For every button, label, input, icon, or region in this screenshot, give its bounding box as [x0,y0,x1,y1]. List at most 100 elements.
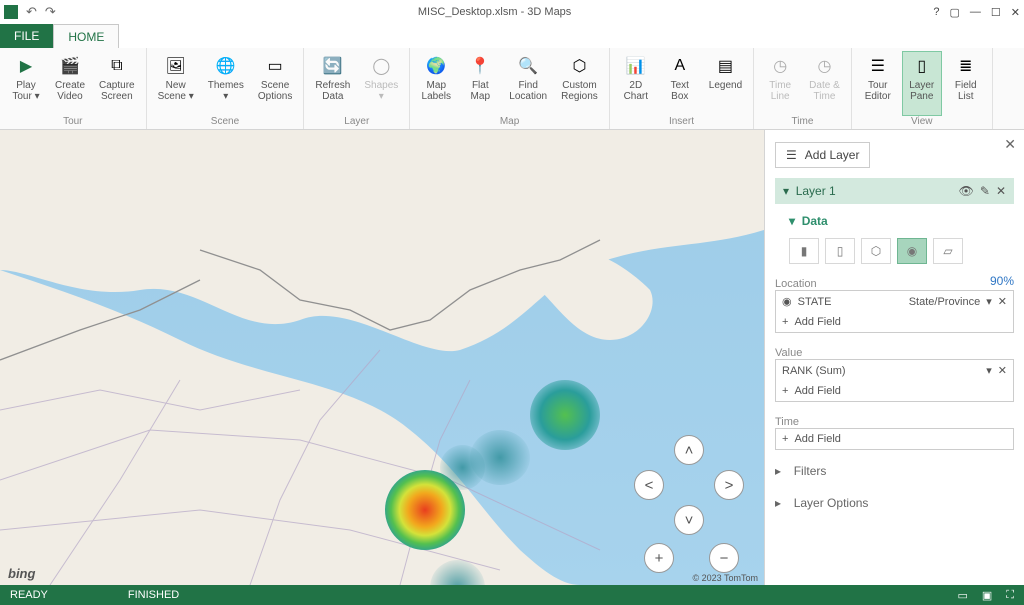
ribbon-label: TextBox [671,80,689,102]
viz-bubble-btn[interactable]: ⬡ [861,238,891,264]
map-pan-left-btn[interactable]: ˂ [634,470,664,500]
map-pan-right-btn[interactable]: ˃ [714,470,744,500]
help-icon[interactable]: ? [933,6,939,19]
ribbon-icon: 🎬 [56,54,84,78]
ribbon-find-button[interactable]: 🔍FindLocation [504,51,552,116]
ribbon-icon: 🌍 [422,54,450,78]
ribbon-label: NewScene ▾ [158,80,194,102]
view-mode-2-icon[interactable]: ▣ [982,589,992,602]
location-type[interactable]: State/Province [909,296,981,308]
maximize-icon[interactable]: ☐ [991,6,1001,19]
ribbon-text-button[interactable]: ATextBox [660,51,700,116]
map-canvas[interactable]: ˄ ˂ ˃ ˅ + − bing © 2023 TomTom [0,130,764,585]
ribbon-play-button[interactable]: ▶PlayTour ▾ [6,51,46,116]
plus-icon: + [782,316,788,328]
ribbon--d-button[interactable]: 📊2DChart [616,51,656,116]
tab-file[interactable]: FILE [0,24,53,48]
map-pan-down-btn[interactable]: ˅ [674,505,704,535]
ribbon-label: FieldList [955,80,977,102]
ribbon-icon: 📍 [466,54,494,78]
title-bar: ↶ ↷ MISC_Desktop.xlsm - 3D Maps ? ▢ — ☐ … [0,0,1024,24]
ribbon-label: 2DChart [624,80,648,102]
map-pan-up-btn[interactable]: ˄ [674,435,704,465]
ribbon-icon: 🌐 [212,54,240,78]
ribbon-layer-button[interactable]: ▯LayerPane [902,51,942,116]
ribbon-refresh-button[interactable]: 🔄RefreshData [310,51,355,116]
layer-options-section[interactable]: ▸ Layer Options [775,492,1014,514]
remove-field-icon[interactable]: ✕ [998,364,1007,377]
ribbon-label: TimeLine [769,80,791,102]
dropdown-icon[interactable]: ▾ [986,364,992,377]
ribbon-label: LayerPane [909,80,934,102]
ribbon-group-label: Tour [6,116,140,128]
value-field-row[interactable]: RANK (Sum) ▾ ✕ [776,360,1013,381]
ribbon-tour-button[interactable]: ☰TourEditor [858,51,898,116]
data-section-label[interactable]: ▾ Data [775,214,1014,228]
map-credit: © 2023 TomTom [693,573,759,583]
ribbon-label: Shapes▾ [364,80,398,102]
location-confidence[interactable]: 90% [990,274,1014,290]
heatmap-blob [530,380,600,450]
value-field-name: RANK (Sum) [782,365,980,377]
redo-icon[interactable]: ↷ [45,4,56,20]
ribbon-label: Date &Time [809,80,840,102]
viz-heatmap-btn[interactable]: ◉ [897,238,927,264]
ribbon-flat-button[interactable]: 📍 FlatMap [460,51,500,116]
add-location-field-btn[interactable]: + Add Field [776,312,1013,332]
ribbon-opts-icon[interactable]: ▢ [950,6,960,19]
ribbon-group-label: Layer [310,116,403,128]
ribbon-legend-button[interactable]: ▤Legend [704,51,747,116]
viz-region-btn[interactable]: ▱ [933,238,963,264]
minimize-icon[interactable]: — [970,6,981,19]
map-zoom-out-btn[interactable]: − [709,543,739,573]
ribbon-icon: ☰ [864,54,892,78]
ribbon-group-label: Scene [153,116,298,128]
ribbon-time-button: ◷TimeLine [760,51,800,116]
close-icon[interactable]: ✕ [1011,6,1020,19]
ribbon-icon: 🖼 [162,54,190,78]
ribbon: ▶PlayTour ▾🎬CreateVideo⧉CaptureScreenTou… [0,48,1024,130]
add-layer-button[interactable]: ☰ Add Layer [775,142,870,168]
ribbon-new-button[interactable]: 🖼NewScene ▾ [153,51,199,116]
ribbon-label: FlatMap [471,80,490,102]
ribbon-field-button[interactable]: ≣FieldList [946,51,986,116]
view-mode-3-icon[interactable]: ⛶ [1006,589,1014,602]
add-value-field-btn[interactable]: + Add Field [776,381,1013,401]
visibility-icon[interactable]: 👁 [959,184,974,198]
map-zoom-in-btn[interactable]: + [644,543,674,573]
viz-clustered-column-btn[interactable]: ▯ [825,238,855,264]
ribbon-icon: ▯ [908,54,936,78]
excel-icon [4,5,18,19]
ribbon-label: TourEditor [865,80,891,102]
undo-icon[interactable]: ↶ [26,4,37,20]
filters-section[interactable]: ▸ Filters [775,460,1014,482]
ribbon-label: CreateVideo [55,80,85,102]
location-field-row[interactable]: ◉ STATE State/Province ▾ ✕ [776,291,1013,312]
ribbon-capture-button[interactable]: ⧉CaptureScreen [94,51,140,116]
status-ready: READY [10,589,48,601]
viz-stacked-column-btn[interactable]: ▮ [789,238,819,264]
window-title: MISC_Desktop.xlsm - 3D Maps [56,6,934,18]
dropdown-icon[interactable]: ▾ [986,295,992,308]
ribbon-label: SceneOptions [258,80,292,102]
ribbon-themes-button[interactable]: 🌐Themes▾ [203,51,249,116]
ribbon-scene-button[interactable]: ▭SceneOptions [253,51,297,116]
ribbon-custom-button[interactable]: ⬡CustomRegions [556,51,603,116]
viz-type-row: ▮ ▯ ⬡ ◉ ▱ [775,238,1014,264]
ribbon-create-button[interactable]: 🎬CreateVideo [50,51,90,116]
add-time-field-btn[interactable]: + Add Field [776,429,1013,449]
radio-icon: ◉ [782,295,792,308]
view-mode-1-icon[interactable]: ▭ [957,589,967,602]
ribbon-icon: 🔄 [319,54,347,78]
tab-home[interactable]: HOME [53,24,119,48]
delete-layer-icon[interactable]: ✕ [996,184,1006,198]
location-label: Location [775,278,817,290]
rename-icon[interactable]: ✎ [980,184,990,198]
close-pane-icon[interactable]: ✕ [1004,136,1016,153]
remove-field-icon[interactable]: ✕ [998,295,1007,308]
ribbon-label: FindLocation [509,80,547,102]
status-bar: READY FINISHED ▭ ▣ ⛶ [0,585,1024,605]
ribbon-map-button[interactable]: 🌍MapLabels [416,51,456,116]
layer-header[interactable]: ▾ Layer 1 👁 ✎ ✕ [775,178,1014,204]
ribbon-icon: ◷ [766,54,794,78]
